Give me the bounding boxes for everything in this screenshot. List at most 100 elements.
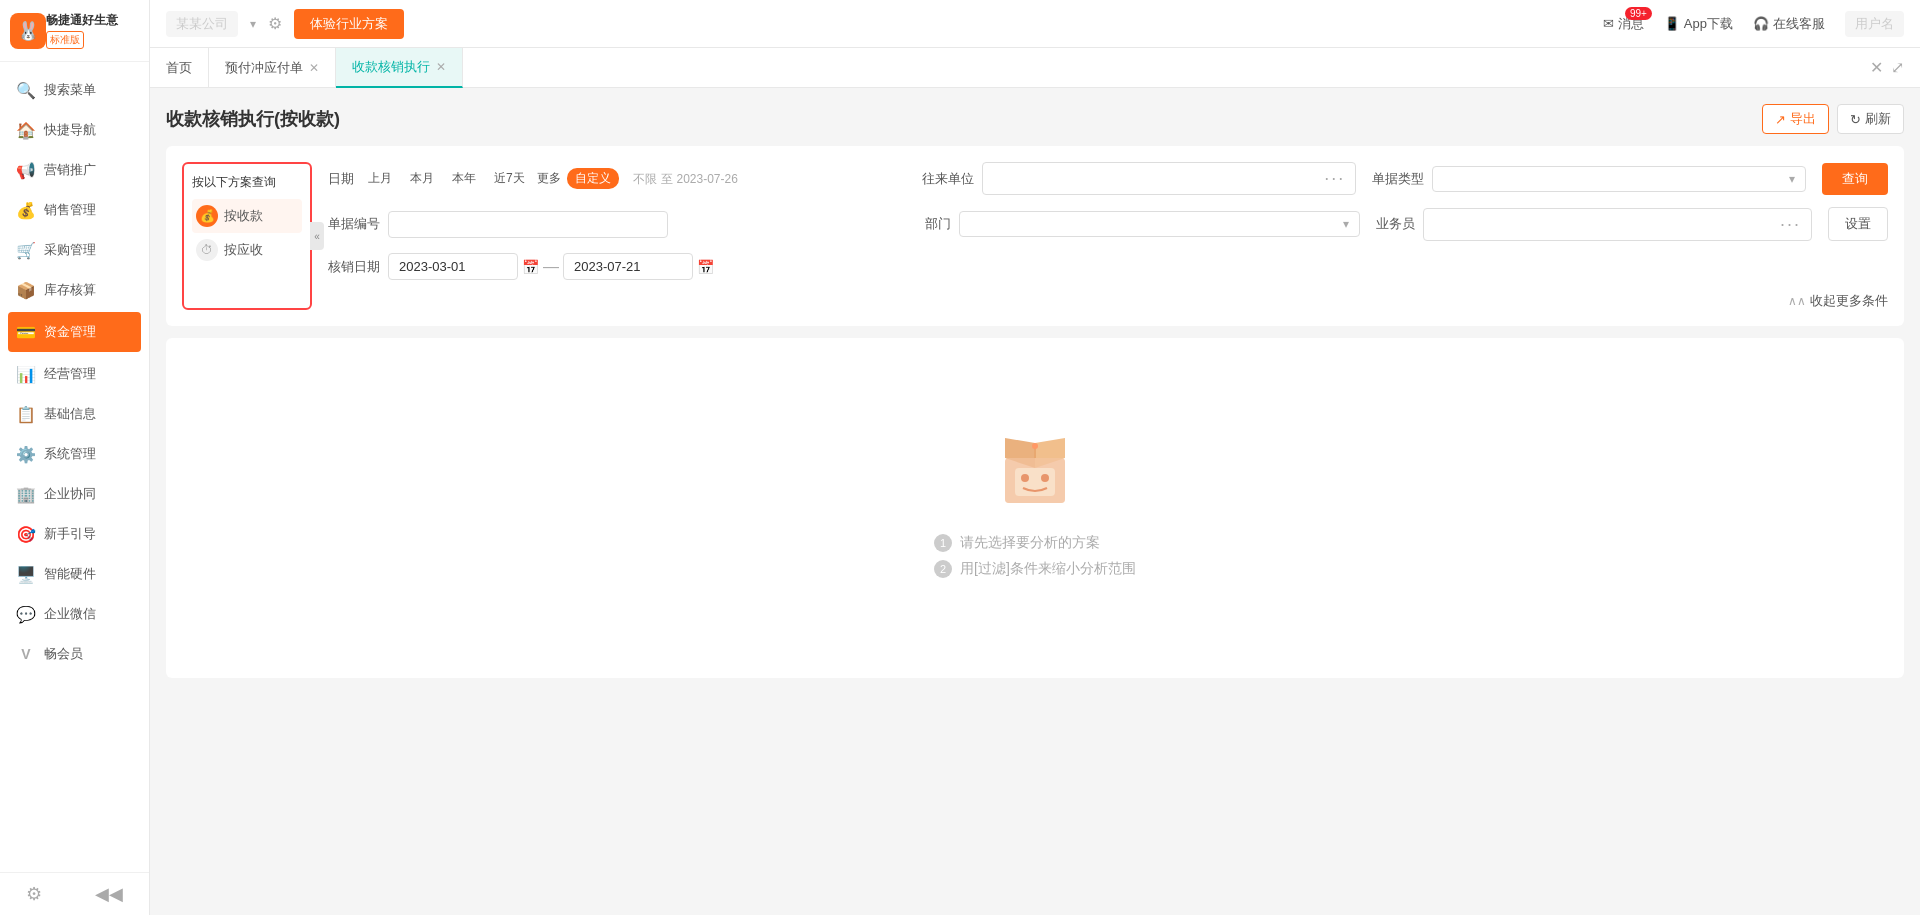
message-button[interactable]: ✉ 消息 99+ xyxy=(1603,15,1644,33)
solution-button[interactable]: 体验行业方案 xyxy=(294,9,404,39)
company-name: 某某公司 xyxy=(176,16,228,31)
dept-select[interactable]: ▾ xyxy=(959,211,1361,237)
export-label: 导出 xyxy=(1790,110,1816,128)
collapse-icon: « xyxy=(314,231,320,242)
bill-no-label: 单据编号 xyxy=(328,215,380,233)
more-dates-btn[interactable]: 更多 xyxy=(537,170,561,187)
sidebar-item-basic[interactable]: 📋 基础信息 xyxy=(0,394,149,434)
empty-state: 1 请先选择要分析的方案 2 用[过滤]条件来缩小分析范围 xyxy=(166,338,1904,658)
sidebar-item-inventory[interactable]: 📦 库存核算 xyxy=(0,270,149,310)
page-actions: ↗ 导出 ↻ 刷新 xyxy=(1762,104,1904,134)
tab-prepay[interactable]: 预付冲应付单 ✕ xyxy=(209,48,336,88)
verify-end-input[interactable] xyxy=(563,253,693,280)
custom-date-btn[interactable]: 自定义 xyxy=(567,168,619,189)
topbar-right: ✉ 消息 99+ 📱 App下载 🎧 在线客服 用户名 xyxy=(1603,11,1904,37)
filter-form: 日期 上月 本月 本年 近7天 更多 自定义 不限 至 2023-07-26 xyxy=(328,162,1888,310)
message-icon: ✉ xyxy=(1603,16,1614,31)
filter-option-receipt[interactable]: 💰 按收款 xyxy=(192,199,302,233)
user-name: 用户名 xyxy=(1855,16,1894,31)
verify-end-calendar-icon[interactable]: 📅 xyxy=(697,259,714,275)
sidebar-item-search[interactable]: 🔍 搜索菜单 xyxy=(0,70,149,110)
app-icon: 📱 xyxy=(1664,16,1680,31)
refresh-button[interactable]: ↻ 刷新 xyxy=(1837,104,1904,134)
receivable-option-icon: ⏱ xyxy=(196,239,218,261)
sidebar-bottom: ⚙ ◀◀ xyxy=(0,872,149,915)
tab-actions: ✕ ⤢ xyxy=(1870,58,1920,77)
bill-no-input[interactable] xyxy=(388,211,668,238)
tip-num-2: 2 xyxy=(934,560,952,578)
quick-dates: 上月 本月 本年 近7天 更多 自定义 xyxy=(362,168,619,189)
sidebar-label-hardware: 智能硬件 xyxy=(44,565,96,583)
sidebar-item-purchase[interactable]: 🛒 采购管理 xyxy=(0,230,149,270)
settings-bottom-icon[interactable]: ⚙ xyxy=(26,883,42,905)
sidebar-item-capital[interactable]: 💳 资金管理 xyxy=(8,312,141,352)
export-icon: ↗ xyxy=(1775,112,1786,127)
online-service-button[interactable]: 🎧 在线客服 xyxy=(1753,15,1825,33)
page-header: 收款核销执行(按收款) ↗ 导出 ↻ 刷新 xyxy=(166,104,1904,134)
close-tab-icon[interactable]: ✕ xyxy=(1870,58,1883,77)
user-info[interactable]: 用户名 xyxy=(1845,11,1904,37)
bill-type-select[interactable]: ▾ xyxy=(1432,166,1806,192)
export-button[interactable]: ↗ 导出 xyxy=(1762,104,1829,134)
app-download-button[interactable]: 📱 App下载 xyxy=(1664,15,1733,33)
page-title: 收款核销执行(按收款) xyxy=(166,107,340,131)
tip-num-1: 1 xyxy=(934,534,952,552)
collapse-more-row[interactable]: ∧∧ 收起更多条件 xyxy=(328,292,1888,310)
query-button[interactable]: 查询 xyxy=(1822,163,1888,195)
collapse-more-icon: ∧∧ xyxy=(1788,294,1806,308)
sidebar-item-marketing[interactable]: 📢 营销推广 xyxy=(0,150,149,190)
tab-receivable[interactable]: 收款核销执行 ✕ xyxy=(336,48,463,88)
partner-dots-icon[interactable]: ··· xyxy=(1324,168,1345,189)
tab-receivable-close[interactable]: ✕ xyxy=(436,60,446,74)
logo-text: 畅捷通好生意 标准版 xyxy=(46,12,118,49)
this-year-btn[interactable]: 本年 xyxy=(446,168,482,189)
sidebar-label-sales: 销售管理 xyxy=(44,201,96,219)
last-month-btn[interactable]: 上月 xyxy=(362,168,398,189)
system-icon: ⚙️ xyxy=(16,444,36,464)
filter-row-3: 核销日期 📅 — 📅 xyxy=(328,253,1888,280)
capital-icon: 💳 xyxy=(16,322,36,342)
sidebar-item-enterprise[interactable]: 🏢 企业协同 xyxy=(0,474,149,514)
sidebar-item-sales[interactable]: 💰 销售管理 xyxy=(0,190,149,230)
filter-option-receivable[interactable]: ⏱ 按应收 xyxy=(192,233,302,267)
topbar-left: 某某公司 ▾ ⚙ 体验行业方案 xyxy=(166,9,1603,39)
collapse-more-label: 收起更多条件 xyxy=(1810,292,1888,310)
sidebar-item-hardware[interactable]: 🖥️ 智能硬件 xyxy=(0,554,149,594)
this-month-btn[interactable]: 本月 xyxy=(404,168,440,189)
staff-field: 业务员 ··· xyxy=(1376,208,1812,241)
search-icon: 🔍 xyxy=(16,80,36,100)
tab-prepay-close[interactable]: ✕ xyxy=(309,61,319,75)
service-label: 在线客服 xyxy=(1773,15,1825,33)
verify-start-input[interactable] xyxy=(388,253,518,280)
not-limit-label: 不限 xyxy=(633,172,657,186)
date-label: 日期 xyxy=(328,170,354,188)
last-7-days-btn[interactable]: 近7天 xyxy=(488,168,531,189)
date-not-limit: 不限 至 2023-07-26 xyxy=(633,169,738,188)
receivable-option-label: 按应收 xyxy=(224,241,263,259)
staff-dots-icon[interactable]: ··· xyxy=(1780,214,1801,235)
sidebar-item-system[interactable]: ⚙️ 系统管理 xyxy=(0,434,149,474)
setting-button[interactable]: 设置 xyxy=(1828,207,1888,241)
partner-select[interactable]: ··· xyxy=(982,162,1356,195)
tab-home-label: 首页 xyxy=(166,59,192,77)
sidebar-label-vip: 畅会员 xyxy=(44,645,83,663)
sidebar-item-wechat[interactable]: 💬 企业微信 xyxy=(0,594,149,634)
filter-collapse-button[interactable]: « xyxy=(310,222,324,250)
expand-icon[interactable]: ⤢ xyxy=(1891,58,1904,77)
sidebar-item-quick-nav[interactable]: 🏠 快捷导航 xyxy=(0,110,149,150)
staff-select[interactable]: ··· xyxy=(1423,208,1812,241)
sidebar-item-guide[interactable]: 🎯 新手引导 xyxy=(0,514,149,554)
collapse-sidebar-icon[interactable]: ◀◀ xyxy=(95,883,123,905)
sidebar-item-operation[interactable]: 📊 经营管理 xyxy=(0,354,149,394)
sidebar-item-vip[interactable]: V 畅会员 xyxy=(0,634,149,674)
dropdown-icon[interactable]: ▾ xyxy=(250,17,256,31)
filter-row-1: 日期 上月 本月 本年 近7天 更多 自定义 不限 至 2023-07-26 xyxy=(328,162,1888,195)
content-area: 收款核销执行(按收款) ↗ 导出 ↻ 刷新 按以下方案查询 💰 按收款 xyxy=(150,88,1920,915)
hardware-icon: 🖥️ xyxy=(16,564,36,584)
bill-type-field: 单据类型 ▾ xyxy=(1372,166,1806,192)
sidebar-label-enterprise: 企业协同 xyxy=(44,485,96,503)
gear-icon[interactable]: ⚙ xyxy=(268,14,282,33)
verify-start-calendar-icon[interactable]: 📅 xyxy=(522,259,539,275)
company-selector[interactable]: 某某公司 xyxy=(166,11,238,37)
tab-home[interactable]: 首页 xyxy=(150,48,209,88)
